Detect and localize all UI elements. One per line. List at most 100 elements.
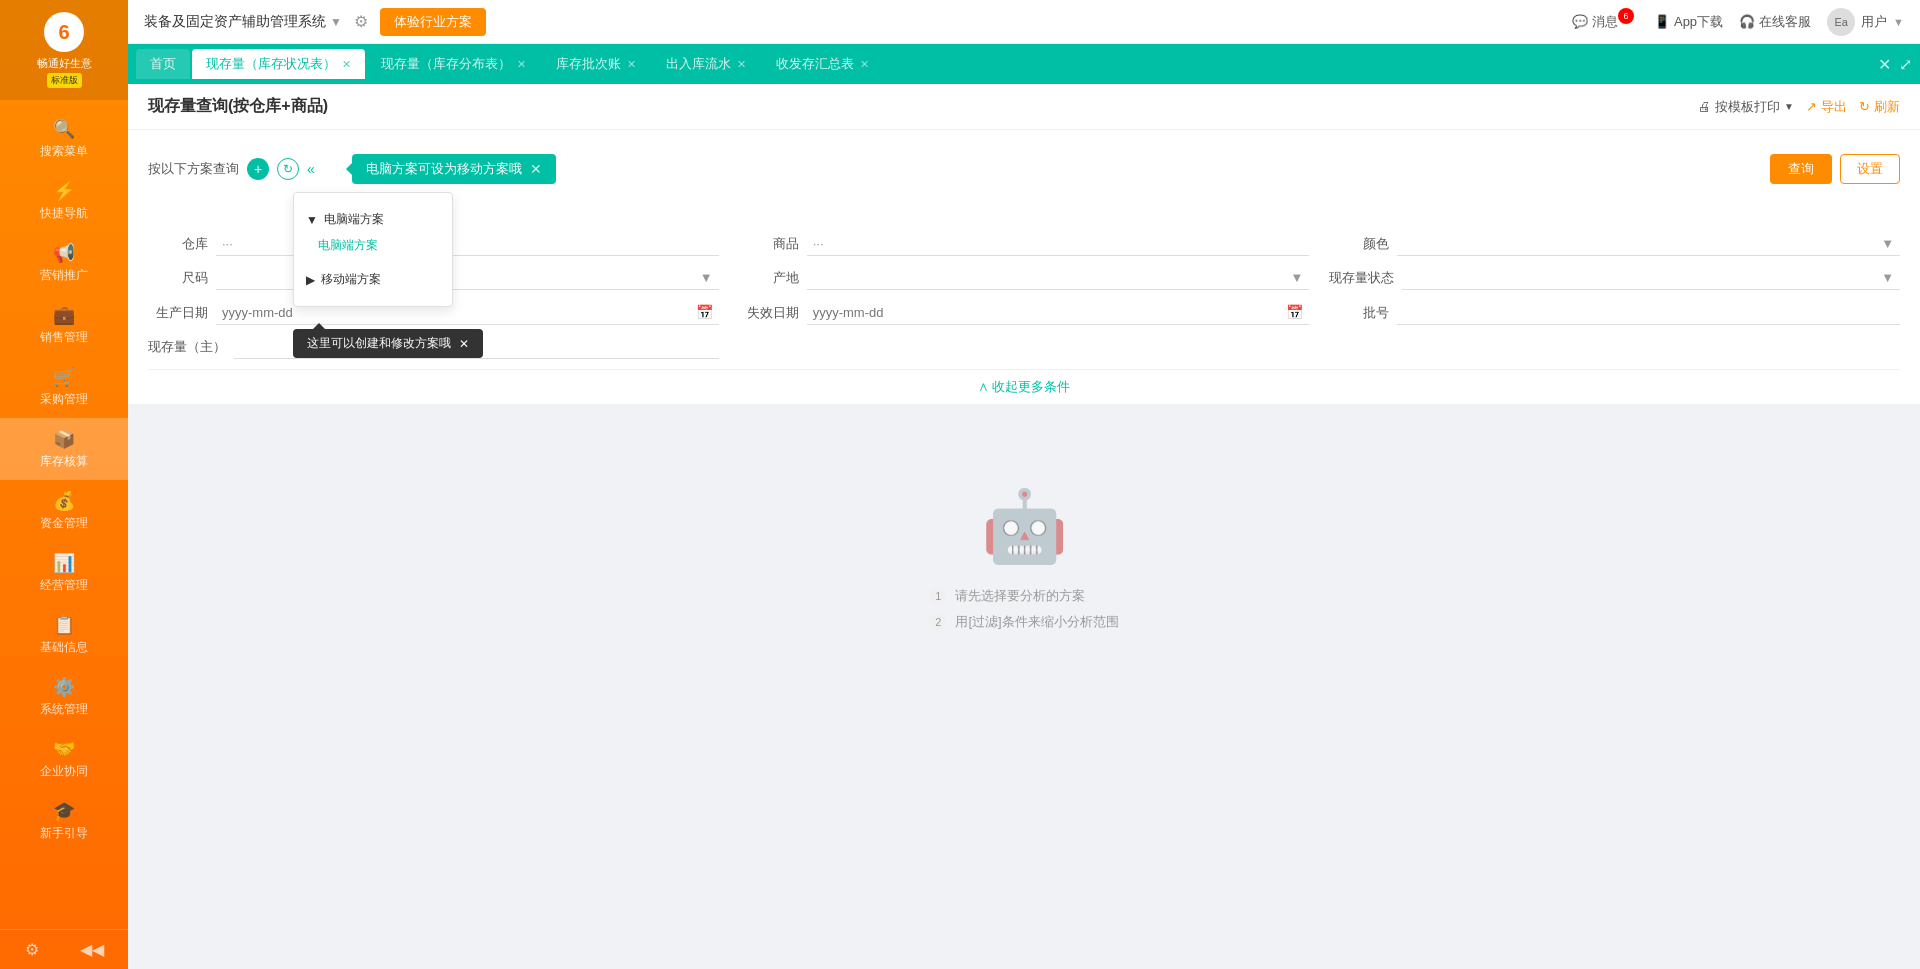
scheme-group-pc-header[interactable]: ▼ 电脑端方案 (294, 207, 452, 232)
user-chevron-icon: ▼ (1893, 16, 1904, 28)
tab-close-icon[interactable]: ✕ (517, 58, 526, 71)
sidebar-item-marketing[interactable]: 📢 营销推广 (0, 232, 128, 294)
stock-status-select[interactable]: ▼ (1402, 266, 1900, 290)
filter-refresh-btn[interactable]: ↻ (277, 158, 299, 180)
step-num-2: 2 (929, 613, 947, 631)
trial-button[interactable]: 体验行业方案 (380, 8, 486, 36)
reset-button[interactable]: 设置 (1840, 154, 1900, 184)
sidebar-item-sales[interactable]: 💼 销售管理 (0, 294, 128, 356)
sidebar-item-search[interactable]: 🔍 搜索菜单 (0, 108, 128, 170)
goods-placeholder: ··· (813, 236, 824, 251)
sidebar-item-label: 销售管理 (40, 329, 88, 346)
sidebar-collapse-btn[interactable]: ◀◀ (80, 940, 104, 959)
app-download-label: App下载 (1674, 13, 1723, 31)
scheme-group-mobile-header[interactable]: ▶ 移动端方案 (294, 267, 452, 292)
scheme-group-pc-label: 电脑端方案 (324, 211, 384, 228)
sidebar-item-operations[interactable]: 📊 经营管理 (0, 542, 128, 604)
tab-inventory-dist[interactable]: 现存量（库存分布表） ✕ (367, 49, 540, 79)
tab-close-all-btn[interactable]: ✕ (1878, 55, 1891, 74)
expire-date-input[interactable]: 📅 (807, 300, 1310, 325)
user-info[interactable]: Ea 用户 ▼ (1827, 8, 1904, 36)
tab-receive-summary[interactable]: 收发存汇总表 ✕ (762, 49, 883, 79)
sidebar-item-label: 新手引导 (40, 825, 88, 842)
tab-home[interactable]: 首页 (136, 49, 190, 79)
tab-inventory-status-label: 现存量（库存状况表） (206, 55, 336, 73)
sidebar-item-enterprise[interactable]: 🤝 企业协同 (0, 728, 128, 790)
query-button[interactable]: 查询 (1770, 154, 1832, 184)
purchase-icon: 🛒 (53, 366, 75, 388)
calendar-icon[interactable]: 📅 (1286, 304, 1303, 320)
sidebar-item-basic[interactable]: 📋 基础信息 (0, 604, 128, 666)
origin-select[interactable]: ▼ (807, 266, 1310, 290)
calendar-icon[interactable]: 📅 (696, 304, 713, 320)
sidebar-item-label: 资金管理 (40, 515, 88, 532)
filter-section: 按以下方案查询 + ↻ « 电脑方案可设为移动方案哦 ✕ 查询 设置 (128, 130, 1920, 404)
sidebar-item-label: 营销推广 (40, 267, 88, 284)
sidebar-item-newbie[interactable]: 🎓 新手引导 (0, 790, 128, 852)
scheme-item-pc[interactable]: 电脑端方案 (294, 232, 452, 259)
create-scheme-close[interactable]: ✕ (459, 337, 469, 351)
origin-label: 产地 (739, 269, 799, 287)
batch-input[interactable] (1397, 301, 1900, 325)
create-scheme-text: 这里可以创建和修改方案哦 (307, 335, 451, 352)
scheme-group-mobile-label: 移动端方案 (321, 271, 381, 288)
sidebar-settings-btn[interactable]: ⚙ (25, 940, 39, 959)
expire-date-field[interactable] (813, 305, 1283, 320)
produce-date-field[interactable] (222, 305, 692, 320)
sidebar-item-label: 系统管理 (40, 701, 88, 718)
message-action[interactable]: 💬 消息 6 (1572, 13, 1638, 31)
tab-batch-account[interactable]: 库存批次账 ✕ (542, 49, 650, 79)
settings-icon[interactable]: ⚙ (354, 12, 368, 31)
tab-close-icon[interactable]: ✕ (737, 58, 746, 71)
sales-icon: 💼 (53, 304, 75, 326)
empty-steps: 1 请先选择要分析的方案 2 用[过滤]条件来缩小分析范围 (929, 587, 1118, 639)
step-num-1: 1 (929, 587, 947, 605)
sidebar-item-quick-nav[interactable]: ⚡ 快捷导航 (0, 170, 128, 232)
export-btn[interactable]: ↗ 导出 (1806, 98, 1847, 116)
tab-close-icon[interactable]: ✕ (860, 58, 869, 71)
empty-step-2: 2 用[过滤]条件来缩小分析范围 (929, 613, 1118, 631)
sidebar-item-purchase[interactable]: 🛒 采购管理 (0, 356, 128, 418)
color-label: 颜色 (1329, 235, 1389, 253)
logo-text: 畅通好生意 (37, 56, 92, 71)
sidebar-item-finance[interactable]: 💰 资金管理 (0, 480, 128, 542)
warehouse-label: 仓库 (148, 235, 208, 253)
username-label: 用户 (1861, 13, 1887, 31)
size-dropdown-icon: ▼ (700, 270, 713, 285)
tab-close-icon[interactable]: ✕ (342, 58, 351, 71)
tab-close-icon[interactable]: ✕ (627, 58, 636, 71)
tab-in-out-flow[interactable]: 出入库流水 ✕ (652, 49, 760, 79)
sidebar-item-system[interactable]: ⚙️ 系统管理 (0, 666, 128, 728)
stock-qty-max[interactable] (487, 339, 713, 354)
filter-batch: 批号 (1329, 301, 1900, 325)
goods-select[interactable]: ··· (807, 232, 1310, 256)
color-select[interactable]: ▼ (1397, 232, 1900, 256)
tab-maximize-btn[interactable]: ⤢ (1899, 55, 1912, 74)
tab-home-label: 首页 (150, 55, 176, 73)
app-download-action[interactable]: 📱 App下载 (1654, 13, 1723, 31)
warehouse-select[interactable]: ··· (216, 232, 719, 256)
sidebar-item-inventory[interactable]: 📦 库存核算 (0, 418, 128, 480)
tab-inventory-status[interactable]: 现存量（库存状况表） ✕ (192, 49, 365, 79)
template-print-label: 按模板打印 (1715, 98, 1780, 116)
filter-prev-btn[interactable]: « (307, 161, 315, 177)
online-support-action[interactable]: 🎧 在线客服 (1739, 13, 1811, 31)
tab-receive-summary-label: 收发存汇总表 (776, 55, 854, 73)
empty-step-1-text: 请先选择要分析的方案 (955, 587, 1085, 605)
system-name-selector[interactable]: 装备及固定资产辅助管理系统 ▼ (144, 13, 342, 31)
sidebar-logo: 6 畅通好生意 标准版 (0, 0, 128, 100)
filter-more-btn[interactable]: ∧ 收起更多条件 (148, 369, 1900, 404)
sidebar: 6 畅通好生意 标准版 🔍 搜索菜单 ⚡ 快捷导航 📢 营销推广 💼 销售管理 … (0, 0, 128, 969)
online-support-label: 在线客服 (1759, 13, 1811, 31)
refresh-btn[interactable]: ↻ 刷新 (1859, 98, 1900, 116)
tab-bar: 首页 现存量（库存状况表） ✕ 现存量（库存分布表） ✕ 库存批次账 ✕ 出入库… (128, 44, 1920, 84)
sidebar-item-label: 基础信息 (40, 639, 88, 656)
produce-date-input[interactable]: 📅 (216, 300, 719, 325)
scheme-group-arrow: ▶ (306, 273, 315, 287)
batch-label: 批号 (1329, 304, 1389, 322)
template-print-btn[interactable]: 🖨 按模板打印 ▼ (1698, 98, 1794, 116)
tab-batch-account-label: 库存批次账 (556, 55, 621, 73)
filter-add-btn[interactable]: + (247, 158, 269, 180)
size-select[interactable]: ▼ (216, 266, 719, 290)
scheme-tooltip-close[interactable]: ✕ (530, 161, 542, 177)
